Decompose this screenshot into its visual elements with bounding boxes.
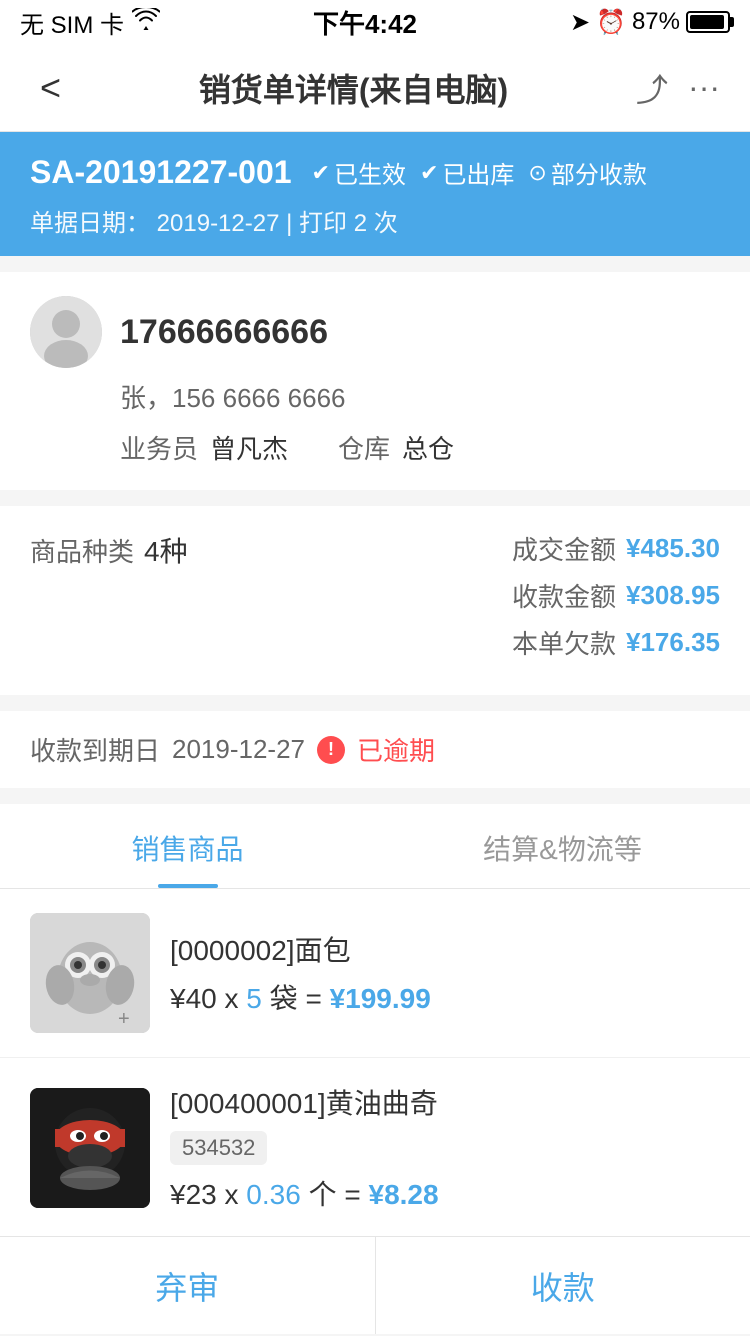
cancel-label: 弃审 — [155, 1263, 219, 1309]
deal-amount-label: 成交金额 — [512, 530, 616, 567]
sales-name: 曾凡杰 — [210, 429, 288, 466]
status-left: 无 SIM 卡 — [20, 5, 160, 40]
list-item: + [0000002]面包 ¥40 x 5 袋 = ¥199.99 — [0, 889, 750, 1058]
product-list: + [0000002]面包 ¥40 x 5 袋 = ¥199.99 — [0, 889, 750, 1238]
received-amount-row: 收款金额 ¥308.95 — [512, 577, 720, 614]
status-bar: 无 SIM 卡 下午4:42 ➤ ⏰ 87% — [0, 0, 750, 44]
banner-row1: SA-20191227-001 ✔ 已生效 ✔ 已出库 ⊙ 部分收款 — [30, 154, 720, 191]
nav-bar: < 销货单详情(来自电脑) ⤴ ··· — [0, 44, 750, 132]
due-label: 收款到期日 — [30, 731, 160, 768]
stats-row: 商品种类 4种 成交金额 ¥485.30 收款金额 ¥308.95 本单欠款 ¥… — [30, 530, 720, 671]
debt-amount-value: ¥176.35 — [626, 627, 720, 658]
tab-settlement[interactable]: 结算&物流等 — [375, 804, 750, 888]
sales-label: 业务员 — [120, 429, 198, 466]
check-icon-1: ✔ — [312, 160, 330, 186]
product-total-1: ¥199.99 — [330, 983, 431, 1014]
product-name-1: [0000002]面包 — [170, 929, 720, 969]
tab-products-label: 销售商品 — [131, 834, 243, 865]
print-label: | 打印 — [286, 210, 347, 237]
stats-section: 商品种类 4种 成交金额 ¥485.30 收款金额 ¥308.95 本单欠款 ¥… — [0, 506, 750, 695]
customer-section: 17666666666 张，156 6666 6666 业务员 曾凡杰 仓库 总… — [0, 272, 750, 490]
product-name-2: [000400001]黄油曲奇 — [170, 1082, 720, 1122]
customer-detail: 业务员 曾凡杰 仓库 总仓 — [120, 429, 720, 466]
deal-amount-value: ¥485.30 — [626, 533, 720, 564]
battery-percent: 87% — [632, 8, 680, 36]
product-qty-1: 5 — [246, 983, 262, 1014]
debt-amount-label: 本单欠款 — [512, 624, 616, 661]
due-section: 收款到期日 2019-12-27 ! 已逾期 — [0, 711, 750, 788]
product-batch-2: 534532 — [170, 1131, 267, 1165]
stats-right: 成交金额 ¥485.30 收款金额 ¥308.95 本单欠款 ¥176.35 — [512, 530, 720, 671]
bottom-bar: 弃审 收款 — [0, 1236, 750, 1334]
due-date: 2019-12-27 — [172, 734, 305, 765]
product-unit-price-2: ¥23 — [170, 1179, 217, 1210]
product-unit-2: 个 — [309, 1179, 337, 1210]
confirm-label: 收款 — [531, 1263, 595, 1309]
svg-text:+: + — [118, 1008, 130, 1030]
banner-date-row: 单据日期： 2019-12-27 | 打印 2 次 — [30, 203, 720, 238]
confirm-button[interactable]: 收款 — [375, 1237, 750, 1334]
product-info-1: [0000002]面包 ¥40 x 5 袋 = ¥199.99 — [170, 929, 720, 1017]
product-unit-price-1: ¥40 — [170, 983, 217, 1014]
warehouse-name: 总仓 — [402, 429, 454, 466]
order-id: SA-20191227-001 — [30, 154, 292, 191]
debt-amount-row: 本单欠款 ¥176.35 — [512, 624, 720, 661]
date-label: 单据日期： — [30, 210, 150, 237]
nav-actions: ⤴ ··· — [636, 65, 720, 111]
order-date: 2019-12-27 — [157, 210, 280, 237]
status-effective: ✔ 已生效 — [312, 155, 406, 190]
battery-icon — [686, 11, 730, 33]
print-count: 2 — [354, 210, 367, 237]
warehouse-label: 仓库 — [338, 429, 390, 466]
product-types-value: 4种 — [144, 530, 188, 570]
product-types-row: 商品种类 4种 — [30, 530, 188, 570]
print-suffix: 次 — [374, 210, 398, 237]
page-title: 销货单详情(来自电脑) — [199, 65, 508, 111]
tab-settlement-label: 结算&物流等 — [483, 834, 642, 865]
back-button[interactable]: < — [30, 57, 71, 119]
header-banner: SA-20191227-001 ✔ 已生效 ✔ 已出库 ⊙ 部分收款 单据日期：… — [0, 132, 750, 256]
customer-id: 17666666666 — [120, 313, 328, 352]
status-right: ➤ ⏰ 87% — [570, 8, 730, 37]
product-image-1: + — [30, 913, 150, 1033]
more-icon[interactable]: ··· — [688, 69, 720, 106]
product-unit-1: 袋 — [270, 983, 298, 1014]
carrier-text: 无 SIM 卡 — [20, 5, 124, 40]
deal-amount-row: 成交金额 ¥485.30 — [512, 530, 720, 567]
tabs-section: 销售商品 结算&物流等 — [0, 804, 750, 889]
product-types-label: 商品种类 — [30, 532, 134, 569]
stats-left: 商品种类 4种 — [30, 530, 188, 580]
status-time: 下午4:42 — [313, 4, 417, 41]
clock-icon: ⊙ — [528, 160, 546, 186]
avatar — [30, 296, 102, 368]
wifi-icon — [132, 8, 160, 37]
alarm-icon: ⏰ — [596, 8, 626, 37]
overdue-badge: ! — [317, 736, 345, 764]
location-icon: ➤ — [570, 8, 590, 37]
product-price-2: ¥23 x 0.36 个 = ¥8.28 — [170, 1173, 720, 1213]
product-total-2: ¥8.28 — [369, 1179, 439, 1210]
product-image-2 — [30, 1088, 150, 1208]
list-item: [000400001]黄油曲奇 534532 ¥23 x 0.36 个 = ¥8… — [0, 1058, 750, 1238]
cancel-button[interactable]: 弃审 — [0, 1237, 375, 1334]
share-icon[interactable]: ⤴ — [636, 65, 668, 111]
received-amount-value: ¥308.95 — [626, 580, 720, 611]
tab-products[interactable]: 销售商品 — [0, 804, 375, 888]
customer-name: 张，156 6666 6666 — [120, 378, 720, 415]
overdue-text: 已逾期 — [357, 731, 435, 768]
status-delivered: ✔ 已出库 — [420, 155, 514, 190]
check-icon-2: ✔ — [420, 160, 438, 186]
product-qty-2: 0.36 — [246, 1179, 301, 1210]
product-price-1: ¥40 x 5 袋 = ¥199.99 — [170, 977, 720, 1017]
product-info-2: [000400001]黄油曲奇 534532 ¥23 x 0.36 个 = ¥8… — [170, 1082, 720, 1213]
status-partial-payment: ⊙ 部分收款 — [528, 155, 646, 190]
customer-top: 17666666666 — [30, 296, 720, 368]
status-tags: ✔ 已生效 ✔ 已出库 ⊙ 部分收款 — [312, 155, 647, 190]
received-amount-label: 收款金额 — [512, 577, 616, 614]
